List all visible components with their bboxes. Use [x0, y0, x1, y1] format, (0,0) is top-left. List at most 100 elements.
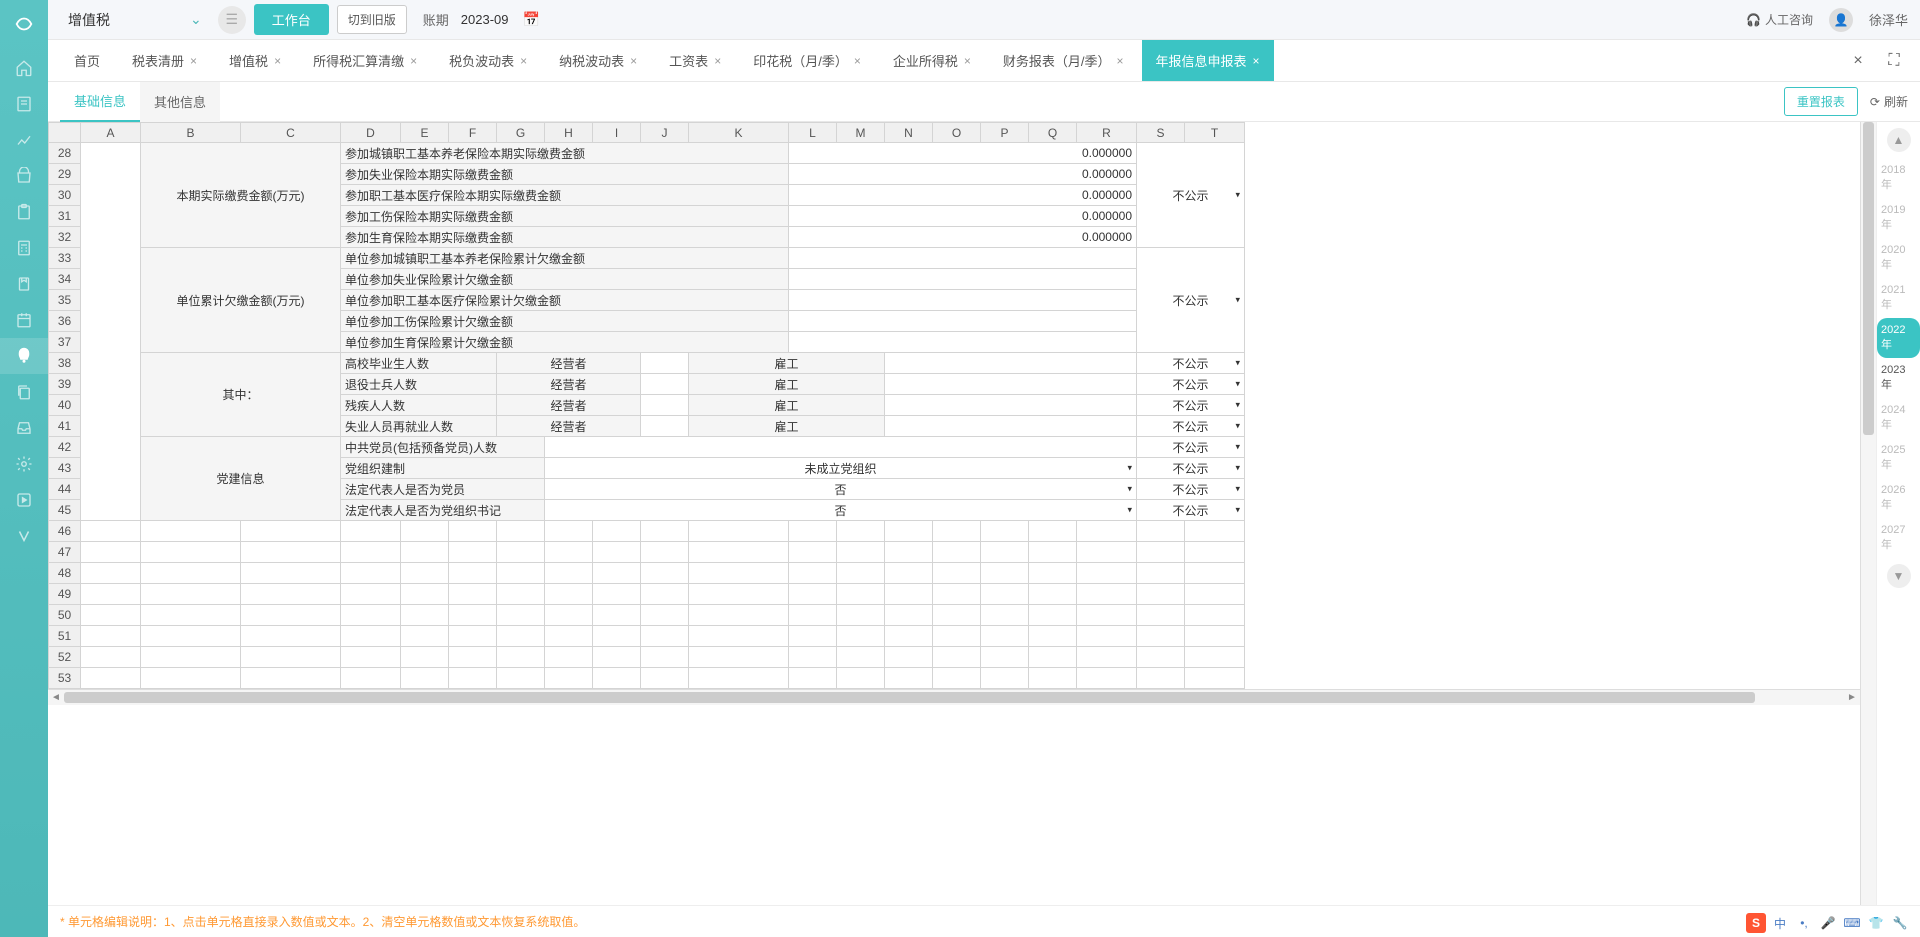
close-icon[interactable]: ×: [1253, 54, 1260, 68]
cell[interactable]: [401, 563, 449, 584]
cell[interactable]: [341, 647, 401, 668]
cell[interactable]: [401, 647, 449, 668]
cell[interactable]: 法定代表人是否为党组织书记: [341, 500, 545, 521]
cell[interactable]: [81, 668, 141, 689]
cell[interactable]: [1077, 563, 1137, 584]
tab-item[interactable]: 纳税波动表×: [545, 40, 651, 82]
cell[interactable]: [933, 584, 981, 605]
cell[interactable]: [1077, 668, 1137, 689]
row-header[interactable]: 29: [49, 164, 81, 185]
cell[interactable]: [545, 605, 593, 626]
tab-item[interactable]: 税负波动表×: [435, 40, 541, 82]
cell[interactable]: 0.000000: [789, 206, 1137, 227]
cell[interactable]: 不公示▾: [1137, 437, 1245, 458]
row-header[interactable]: 46: [49, 521, 81, 542]
cell[interactable]: [401, 542, 449, 563]
tab-item[interactable]: 所得税汇算清缴×: [299, 40, 431, 82]
cell[interactable]: [885, 668, 933, 689]
cell[interactable]: [789, 647, 837, 668]
cell[interactable]: 残疾人人数: [341, 395, 497, 416]
cell[interactable]: 经营者: [497, 416, 641, 437]
cell[interactable]: [1185, 626, 1245, 647]
year-down-icon[interactable]: ▼: [1887, 564, 1911, 588]
scroll-left-icon[interactable]: ◄: [48, 690, 64, 705]
cell[interactable]: 参加生育保险本期实际缴费金额: [341, 227, 789, 248]
cell[interactable]: [1137, 542, 1185, 563]
cell[interactable]: [981, 647, 1029, 668]
tabs-close-all-icon[interactable]: ×: [1844, 47, 1872, 75]
cell[interactable]: [341, 521, 401, 542]
row-header[interactable]: 34: [49, 269, 81, 290]
cell[interactable]: [449, 626, 497, 647]
cell[interactable]: [981, 668, 1029, 689]
row-header[interactable]: 32: [49, 227, 81, 248]
cell[interactable]: [241, 605, 341, 626]
col-header[interactable]: O: [933, 123, 981, 143]
cell[interactable]: [689, 626, 789, 647]
col-header[interactable]: D: [341, 123, 401, 143]
cell[interactable]: 雇工: [689, 416, 885, 437]
cell[interactable]: [789, 542, 837, 563]
cell[interactable]: [241, 542, 341, 563]
ime-keyboard-icon[interactable]: ⌨: [1842, 913, 1862, 933]
col-header[interactable]: S: [1137, 123, 1185, 143]
row-header[interactable]: 28: [49, 143, 81, 164]
cell[interactable]: [401, 584, 449, 605]
cell[interactable]: [885, 647, 933, 668]
close-icon[interactable]: ×: [714, 54, 721, 68]
year-item[interactable]: 2024年: [1877, 398, 1920, 438]
cell[interactable]: [81, 143, 141, 521]
cell[interactable]: [497, 668, 545, 689]
cell[interactable]: [689, 521, 789, 542]
tax-type-select[interactable]: 增值税 ⌄: [60, 10, 210, 30]
cell[interactable]: [641, 647, 689, 668]
cell[interactable]: 不公示▾: [1137, 500, 1245, 521]
cell[interactable]: [1185, 521, 1245, 542]
cell[interactable]: 经营者: [497, 353, 641, 374]
cell[interactable]: [885, 542, 933, 563]
cell[interactable]: 不公示▾: [1137, 374, 1245, 395]
cell[interactable]: 不公示▾: [1137, 479, 1245, 500]
cell[interactable]: [545, 668, 593, 689]
nav-calendar-icon[interactable]: [0, 302, 48, 338]
nav-bag-icon[interactable]: [0, 158, 48, 194]
cell[interactable]: [1137, 584, 1185, 605]
cell[interactable]: 不公示▾: [1137, 416, 1245, 437]
cell[interactable]: [837, 668, 885, 689]
horizontal-scrollbar[interactable]: ◄ ►: [48, 689, 1860, 705]
row-header[interactable]: 40: [49, 395, 81, 416]
calendar-icon[interactable]: 📅: [523, 11, 540, 28]
cell[interactable]: 参加城镇职工基本养老保险本期实际缴费金额: [341, 143, 789, 164]
col-header[interactable]: M: [837, 123, 885, 143]
cell[interactable]: [1077, 584, 1137, 605]
nav-clipboard-icon[interactable]: [0, 194, 48, 230]
cell[interactable]: [641, 584, 689, 605]
tab-item[interactable]: 财务报表（月/季）×: [989, 40, 1138, 82]
cell[interactable]: [885, 521, 933, 542]
cell[interactable]: [789, 332, 1137, 353]
cell[interactable]: [1137, 626, 1185, 647]
close-icon[interactable]: ×: [190, 54, 197, 68]
row-header[interactable]: 35: [49, 290, 81, 311]
cell[interactable]: 参加失业保险本期实际缴费金额: [341, 164, 789, 185]
cell[interactable]: [885, 374, 1137, 395]
cell[interactable]: [885, 395, 1137, 416]
tab-item[interactable]: 首页: [60, 40, 114, 82]
cell[interactable]: 单位累计欠缴金额(万元): [141, 248, 341, 353]
row-header[interactable]: 42: [49, 437, 81, 458]
cell[interactable]: [449, 605, 497, 626]
cell[interactable]: [497, 542, 545, 563]
year-item[interactable]: 2026年: [1877, 478, 1920, 518]
nav-doc-icon[interactable]: [0, 86, 48, 122]
nav-play-icon[interactable]: [0, 482, 48, 518]
cell[interactable]: [1077, 542, 1137, 563]
ime-tool-icon[interactable]: 🔧: [1890, 913, 1910, 933]
cell[interactable]: [1029, 563, 1077, 584]
cell[interactable]: [497, 563, 545, 584]
cell[interactable]: [837, 542, 885, 563]
col-header[interactable]: P: [981, 123, 1029, 143]
cell[interactable]: 未成立党组织▾: [545, 458, 1137, 479]
cell[interactable]: [933, 521, 981, 542]
cell[interactable]: 党建信息: [141, 437, 341, 521]
nav-home-icon[interactable]: [0, 50, 48, 86]
